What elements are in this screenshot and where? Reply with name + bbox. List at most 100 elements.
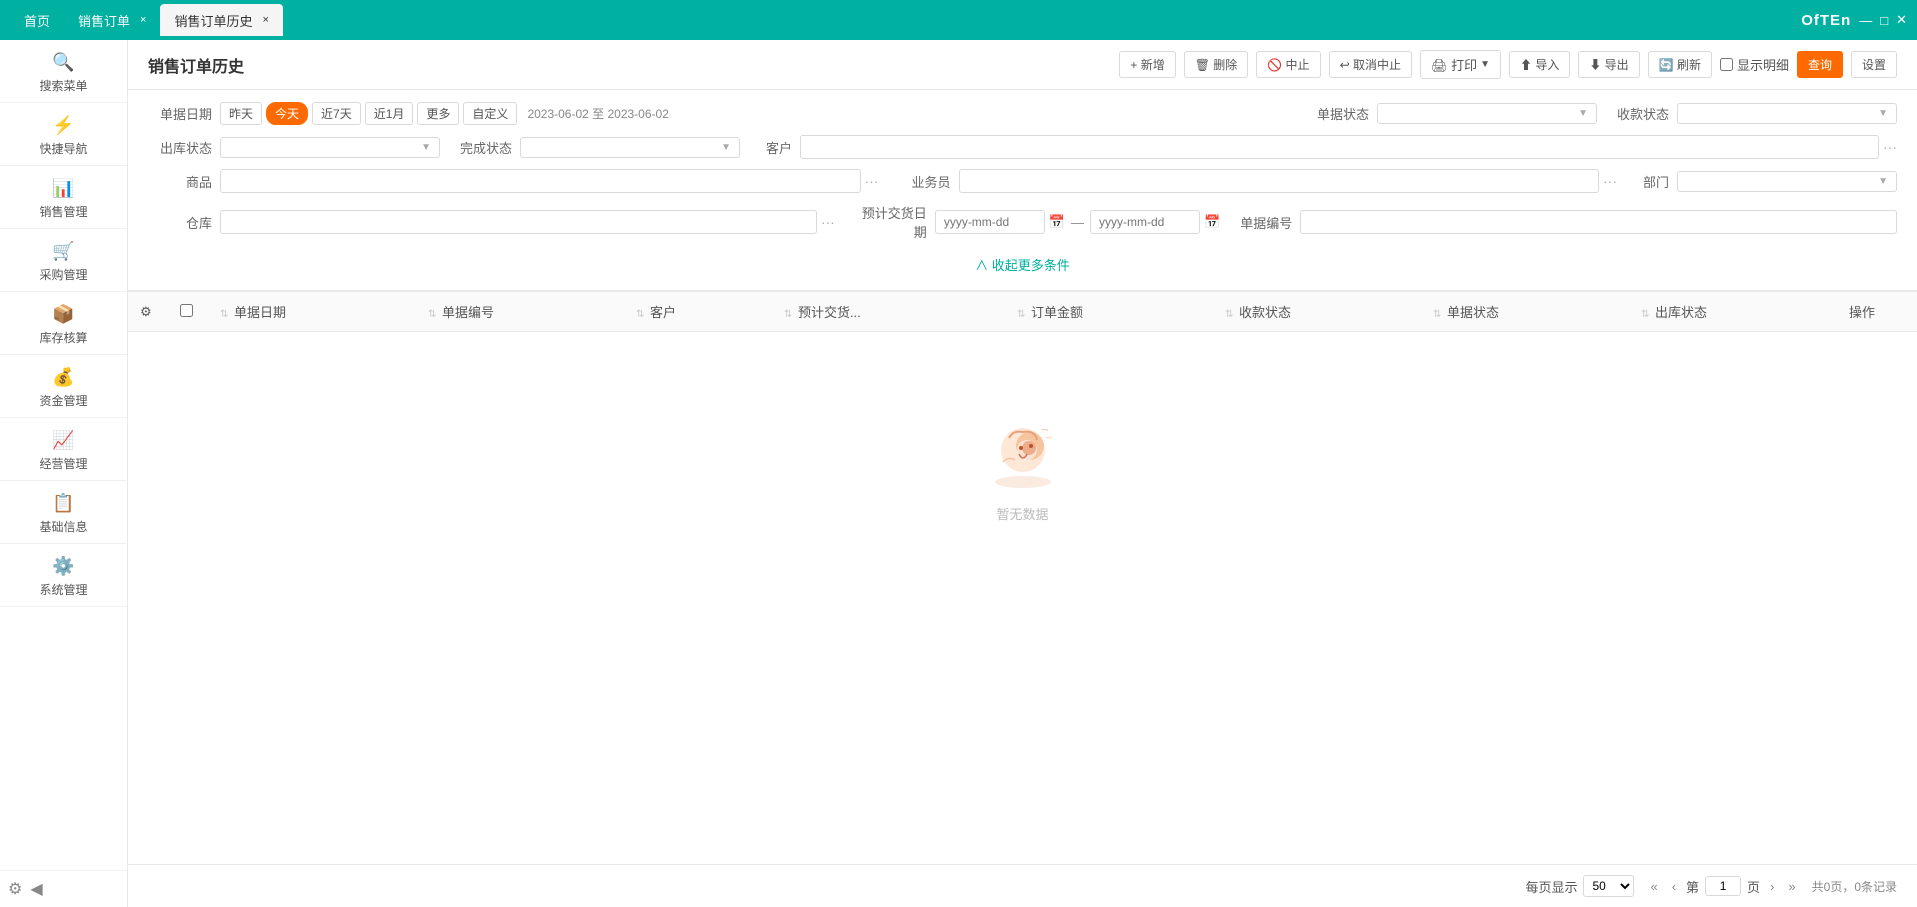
sidebar-item-purchase[interactable]: 🛒 采购管理 [0,229,127,292]
dept-select[interactable]: ▼ [1677,171,1897,192]
goods-input[interactable] [220,169,861,193]
tab-home[interactable]: 首页 [10,4,64,36]
delete-button[interactable]: 🗑 删除 [1184,51,1249,78]
refresh-button[interactable]: 🔄 刷新 [1648,51,1712,78]
date-from-input[interactable] [935,210,1045,234]
tab-home-label: 首页 [24,11,50,30]
inventory-icon: 📦 [52,304,74,325]
bill-status-label: 单据状态 [1317,104,1377,123]
th-bill-status-label: 单据状态 [1447,305,1499,320]
page-title: 销售订单历史 [148,53,244,77]
dept-arrow-icon: ▼ [1878,176,1888,187]
salesman-input[interactable] [959,169,1600,193]
receipt-status-select[interactable]: ▼ [1677,103,1897,124]
settings-button[interactable]: 设置 [1851,51,1897,78]
sidebar-item-sales[interactable]: 📊 销售管理 [0,166,127,229]
date-btn-today[interactable]: 今天 [266,102,308,125]
th-expected-date[interactable]: ⇅ 预计交货... [772,292,1005,332]
show-detail-checkbox[interactable] [1720,58,1733,71]
tab-sales-history[interactable]: 销售订单历史 × [160,4,282,36]
date-from-calendar-icon[interactable]: 📅 [1049,214,1065,230]
next-page-btn[interactable]: › [1766,877,1778,896]
stop-button[interactable]: 🚫 中止 [1256,51,1320,78]
page-header: 销售订单历史 + 新增 🗑 删除 🚫 中止 ↩ 取消中止 🖨 打印 ▼ ⬆ 导入… [128,40,1917,90]
date-btn-yesterday[interactable]: 昨天 [220,102,262,125]
date-btn-more[interactable]: 更多 [417,102,459,125]
sidebar-item-inventory[interactable]: 📦 库存核算 [0,292,127,355]
filter-row-date: 单据日期 昨天 今天 近7天 近1月 更多 自定义 2023-06-02 至 2… [148,102,1897,125]
th-receipt-status[interactable]: ⇅ 收款状态 [1213,292,1421,332]
search-menu-icon: 🔍 [52,52,74,73]
sidebar-item-search-menu[interactable]: 🔍 搜索菜单 [0,40,127,103]
date-btn-custom[interactable]: 自定义 [463,102,517,125]
warehouse-ellipsis[interactable]: ··· [821,214,835,230]
select-all-checkbox[interactable] [180,304,193,317]
th-bill-status[interactable]: ⇅ 单据状态 [1421,292,1629,332]
last-page-btn[interactable]: » [1784,877,1799,896]
warehouse-input[interactable] [220,210,817,234]
close-btn[interactable]: ✕ [1896,12,1907,28]
goods-ellipsis[interactable]: ··· [865,173,879,189]
th-bill-no-label: 单据编号 [442,305,494,320]
page-size-wrap: 每页显示 50 10 20 100 [1525,875,1634,897]
page-size-label: 每页显示 [1525,877,1577,896]
bill-no-input[interactable] [1300,210,1897,234]
page-input[interactable] [1705,876,1741,896]
operation-icon: 📈 [52,430,74,451]
import-button[interactable]: ⬆ 导入 [1509,51,1570,78]
th-bill-no[interactable]: ⇅ 单据编号 [416,292,624,332]
sidebar-item-finance[interactable]: 💰 资金管理 [0,355,127,418]
sidebar-item-basic-info[interactable]: 📋 基础信息 [0,481,127,544]
th-checkbox [168,292,208,332]
new-button[interactable]: + 新增 [1119,51,1175,78]
sort-icon: ⇅ [220,309,228,320]
date-to-calendar-icon[interactable]: 📅 [1204,214,1220,230]
tab-sales-order[interactable]: 销售订单 × [64,4,160,36]
date-btn-1month[interactable]: 近1月 [365,102,414,125]
customer-ellipsis[interactable]: ··· [1883,139,1897,155]
sidebar-item-purchase-label: 采购管理 [39,266,87,283]
expected-date-wrap: 📅 — 📅 [935,210,1220,234]
sidebar-item-system[interactable]: ⚙️ 系统管理 [0,544,127,607]
date-to-input[interactable] [1090,210,1200,234]
pagination: « ‹ 第 页 › » [1646,876,1799,896]
warehouse-label: 仓库 [148,213,220,232]
cancel-stop-button[interactable]: ↩ 取消中止 [1329,51,1412,78]
th-out-status-label: 出库状态 [1655,305,1707,320]
prev-page-btn[interactable]: ‹ [1668,877,1680,896]
bill-status-select[interactable]: ▼ [1377,103,1597,124]
salesman-ellipsis[interactable]: ··· [1603,173,1617,189]
svg-text:~: ~ [1045,430,1053,445]
th-customer[interactable]: ⇅ 客户 [624,292,772,332]
page-size-select[interactable]: 50 10 20 100 [1583,875,1634,897]
sidebar-item-sales-label: 销售管理 [39,203,87,220]
complete-status-select[interactable]: ▼ [520,137,740,158]
out-status-select[interactable]: ▼ [220,137,440,158]
th-settings[interactable]: ⚙ [128,292,168,332]
query-button[interactable]: 查询 [1797,51,1843,78]
th-bill-date[interactable]: ⇅ 单据日期 [208,292,416,332]
tab-sales-history-close[interactable]: × [262,14,268,26]
print-button[interactable]: 🖨 打印 ▼ [1420,50,1501,79]
minimize-btn[interactable]: — [1859,13,1872,28]
customer-input[interactable] [800,135,1879,159]
first-page-btn[interactable]: « [1646,877,1661,896]
tab-sales-history-label: 销售订单历史 [174,11,252,30]
sidebar-item-operation[interactable]: 📈 经营管理 [0,418,127,481]
sidebar-item-quick-nav[interactable]: ⚡ 快捷导航 [0,103,127,166]
complete-status-arrow-icon: ▼ [721,142,731,153]
export-button[interactable]: ⬇ 导出 [1578,51,1639,78]
th-out-status[interactable]: ⇅ 出库状态 [1629,292,1837,332]
sidebar-bottom: ⚙ ◀ [0,870,127,907]
sort-icon-3: ⇅ [636,309,644,320]
main-layout: 🔍 搜索菜单 ⚡ 快捷导航 📊 销售管理 🛒 采购管理 📦 库存核算 💰 资金管… [0,40,1917,907]
sidebar-settings-icon[interactable]: ⚙ [8,879,22,899]
th-order-amount[interactable]: ⇅ 订单金额 [1005,292,1213,332]
total-info: 共0页，0条记录 [1812,878,1897,895]
tab-sales-order-close[interactable]: × [140,14,146,26]
date-btn-7days[interactable]: 近7天 [312,102,361,125]
collapse-bar[interactable]: ∧ 收起更多条件 [148,251,1897,278]
sidebar-collapse-icon[interactable]: ◀ [30,879,42,899]
maximize-btn[interactable]: □ [1880,13,1888,28]
sidebar: 🔍 搜索菜单 ⚡ 快捷导航 📊 销售管理 🛒 采购管理 📦 库存核算 💰 资金管… [0,40,128,907]
